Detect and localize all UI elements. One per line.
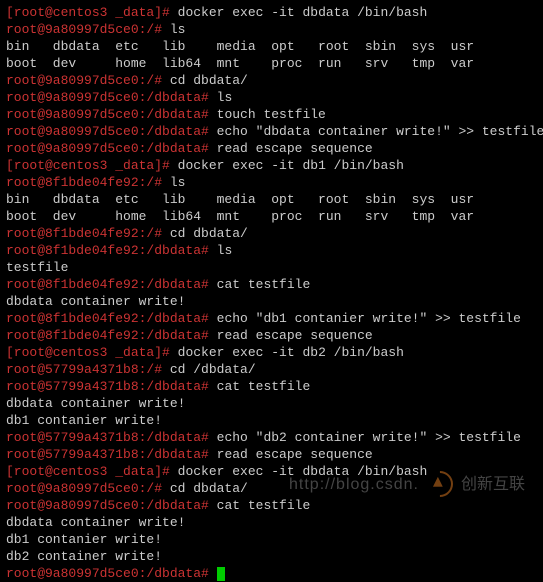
shell-command: cat testfile — [217, 277, 311, 292]
shell-command: echo "db1 contanier write!" >> testfile — [217, 311, 521, 326]
terminal-line: root@9a80997d5ce0:/dbdata# touch testfil… — [6, 106, 537, 123]
terminal-line: root@8f1bde04fe92:/# ls — [6, 174, 537, 191]
terminal-line: root@9a80997d5ce0:/dbdata# echo "dbdata … — [6, 123, 537, 140]
terminal-line: root@9a80997d5ce0:/dbdata# ls — [6, 89, 537, 106]
terminal-line: testfile — [6, 259, 537, 276]
terminal-line: [root@centos3 _data]# docker exec -it db… — [6, 157, 537, 174]
shell-prompt: root@9a80997d5ce0:/dbdata# — [6, 124, 217, 139]
terminal-line: root@8f1bde04fe92:/dbdata# echo "db1 con… — [6, 310, 537, 327]
terminal-line: db2 container write! — [6, 548, 537, 565]
terminal-line: boot dev home lib64 mnt proc run srv tmp… — [6, 208, 537, 225]
terminal-line: root@9a80997d5ce0:/dbdata# read escape s… — [6, 140, 537, 157]
shell-prompt: root@8f1bde04fe92:/dbdata# — [6, 277, 217, 292]
shell-prompt: root@57799a4371b8:/dbdata# — [6, 430, 217, 445]
shell-prompt: root@9a80997d5ce0:/# — [6, 73, 170, 88]
shell-prompt: [root@centos3 _data]# — [6, 345, 178, 360]
terminal-line: root@57799a4371b8:/dbdata# read escape s… — [6, 446, 537, 463]
shell-command: read escape sequence — [217, 141, 373, 156]
shell-command: read escape sequence — [217, 328, 373, 343]
shell-prompt: [root@centos3 _data]# — [6, 5, 178, 20]
terminal-line: root@8f1bde04fe92:/# cd dbdata/ — [6, 225, 537, 242]
shell-prompt: [root@centos3 _data]# — [6, 464, 178, 479]
terminal-line: root@9a80997d5ce0:/# ls — [6, 21, 537, 38]
shell-command: echo "dbdata container write!" >> testfi… — [217, 124, 543, 139]
shell-prompt: root@57799a4371b8:/# — [6, 362, 170, 377]
terminal-line: root@9a80997d5ce0:/# cd dbdata/ — [6, 480, 537, 497]
terminal-line: root@8f1bde04fe92:/dbdata# ls — [6, 242, 537, 259]
shell-prompt: root@9a80997d5ce0:/dbdata# — [6, 90, 217, 105]
shell-prompt: root@8f1bde04fe92:/dbdata# — [6, 243, 217, 258]
terminal-line: root@9a80997d5ce0:/dbdata# cat testfile — [6, 497, 537, 514]
terminal-line: [root@centos3 _data]# docker exec -it db… — [6, 4, 537, 21]
shell-prompt: [root@centos3 _data]# — [6, 158, 178, 173]
terminal-line: dbdata container write! — [6, 395, 537, 412]
shell-prompt: root@57799a4371b8:/dbdata# — [6, 447, 217, 462]
terminal-line: db1 contanier write! — [6, 412, 537, 429]
terminal-line: root@57799a4371b8:/dbdata# cat testfile — [6, 378, 537, 395]
terminal-line: root@8f1bde04fe92:/dbdata# cat testfile — [6, 276, 537, 293]
terminal-line: root@57799a4371b8:/# cd /dbdata/ — [6, 361, 537, 378]
shell-command: ls — [170, 175, 186, 190]
shell-command: cat testfile — [217, 379, 311, 394]
shell-prompt: root@57799a4371b8:/dbdata# — [6, 379, 217, 394]
shell-prompt: root@9a80997d5ce0:/# — [6, 481, 170, 496]
terminal-line: dbdata container write! — [6, 293, 537, 310]
terminal-line: db1 contanier write! — [6, 531, 537, 548]
shell-command: touch testfile — [217, 107, 326, 122]
shell-command: echo "db2 container write!" >> testfile — [217, 430, 521, 445]
shell-prompt: root@8f1bde04fe92:/dbdata# — [6, 328, 217, 343]
terminal-line: boot dev home lib64 mnt proc run srv tmp… — [6, 55, 537, 72]
shell-command: docker exec -it db1 /bin/bash — [178, 158, 404, 173]
shell-command: docker exec -it dbdata /bin/bash — [178, 5, 428, 20]
shell-prompt: root@9a80997d5ce0:/dbdata# — [6, 498, 217, 513]
shell-prompt: root@9a80997d5ce0:/dbdata# — [6, 566, 217, 581]
terminal-line: root@57799a4371b8:/dbdata# echo "db2 con… — [6, 429, 537, 446]
terminal-line: dbdata container write! — [6, 514, 537, 531]
terminal-line: root@8f1bde04fe92:/dbdata# read escape s… — [6, 327, 537, 344]
terminal-line: [root@centos3 _data]# docker exec -it db… — [6, 463, 537, 480]
shell-prompt: root@9a80997d5ce0:/dbdata# — [6, 141, 217, 156]
shell-prompt: root@9a80997d5ce0:/dbdata# — [6, 107, 217, 122]
shell-command: read escape sequence — [217, 447, 373, 462]
shell-command: ls — [217, 243, 233, 258]
shell-command: docker exec -it dbdata /bin/bash — [178, 464, 428, 479]
terminal-line: bin dbdata etc lib media opt root sbin s… — [6, 38, 537, 55]
terminal-line: bin dbdata etc lib media opt root sbin s… — [6, 191, 537, 208]
shell-command: cd dbdata/ — [170, 73, 248, 88]
terminal-line: [root@centos3 _data]# docker exec -it db… — [6, 344, 537, 361]
shell-prompt: root@9a80997d5ce0:/# — [6, 22, 170, 37]
shell-command: cat testfile — [217, 498, 311, 513]
shell-prompt: root@8f1bde04fe92:/dbdata# — [6, 311, 217, 326]
cursor-icon — [217, 567, 225, 581]
shell-command: cd dbdata/ — [170, 481, 248, 496]
terminal-line: root@9a80997d5ce0:/dbdata# — [6, 565, 537, 582]
shell-command: cd dbdata/ — [170, 226, 248, 241]
shell-prompt: root@8f1bde04fe92:/# — [6, 226, 170, 241]
shell-prompt: root@8f1bde04fe92:/# — [6, 175, 170, 190]
shell-command: ls — [217, 90, 233, 105]
terminal-line: root@9a80997d5ce0:/# cd dbdata/ — [6, 72, 537, 89]
shell-command: cd /dbdata/ — [170, 362, 256, 377]
shell-command: docker exec -it db2 /bin/bash — [178, 345, 404, 360]
terminal-output[interactable]: [root@centos3 _data]# docker exec -it db… — [6, 4, 537, 582]
shell-command: ls — [170, 22, 186, 37]
